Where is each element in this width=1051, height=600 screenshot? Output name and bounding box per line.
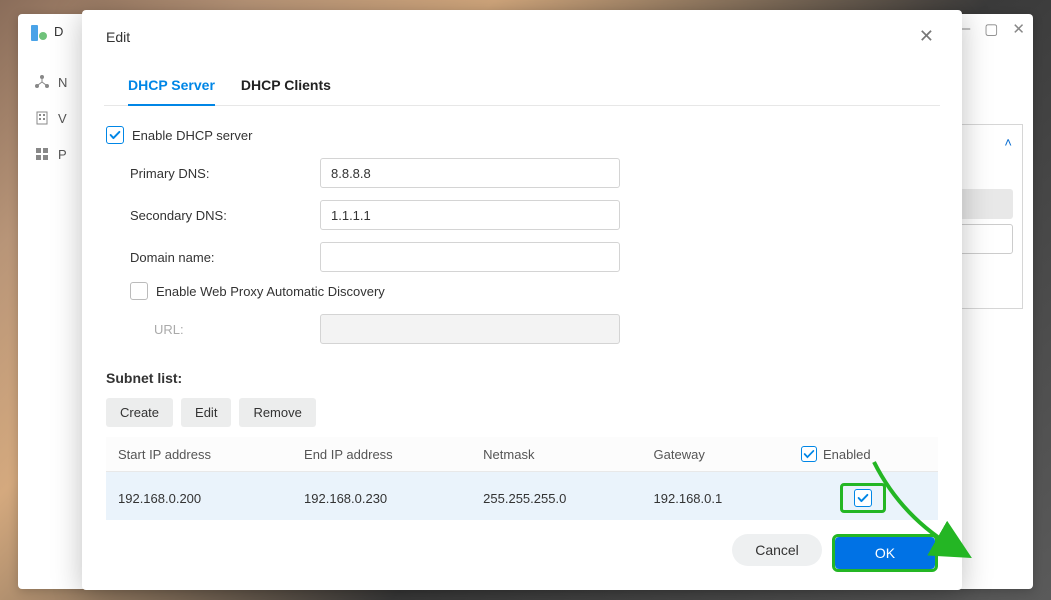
subnet-list-title: Subnet list: [106,370,938,386]
col-start-ip[interactable]: Start IP address [106,437,292,472]
enable-dhcp-row: Enable DHCP server [106,126,938,144]
close-icon[interactable]: ✕ [915,26,938,47]
col-enabled[interactable]: Enabled [789,437,938,472]
row-enabled-checkbox[interactable] [854,489,872,507]
create-button[interactable]: Create [106,398,173,427]
dialog-title: Edit [106,29,130,45]
wpad-checkbox[interactable] [130,282,148,300]
wpad-row: Enable Web Proxy Automatic Discovery [130,282,938,300]
edit-dialog: Edit ✕ DHCP Server DHCP Clients Enable D… [82,10,962,590]
enable-dhcp-checkbox[interactable] [106,126,124,144]
edit-button[interactable]: Edit [181,398,231,427]
dialog-footer: Cancel OK [82,520,962,590]
primary-dns-row: Primary DNS: [130,154,938,192]
cell-start-ip: 192.168.0.200 [106,472,292,521]
cell-gateway: 192.168.0.1 [642,472,789,521]
tab-dhcp-clients[interactable]: DHCP Clients [241,69,331,105]
subnet-table: Start IP address End IP address Netmask … [106,437,938,520]
table-header-row: Start IP address End IP address Netmask … [106,437,938,472]
check-icon [108,128,122,142]
primary-dns-input[interactable] [320,158,620,188]
cell-enabled [789,472,938,521]
wpad-label: Enable Web Proxy Automatic Discovery [156,284,385,299]
secondary-dns-input[interactable] [320,200,620,230]
enabled-header-checkbox[interactable] [801,446,817,462]
col-gateway[interactable]: Gateway [642,437,789,472]
check-icon [856,491,870,505]
url-row: URL: [154,310,938,348]
check-icon [802,447,816,461]
cell-end-ip: 192.168.0.230 [292,472,471,521]
subnet-toolbar: Create Edit Remove [106,398,938,427]
url-label: URL: [154,322,320,337]
tab-dhcp-server[interactable]: DHCP Server [128,69,215,105]
domain-name-input[interactable] [320,242,620,272]
col-end-ip[interactable]: End IP address [292,437,471,472]
dialog-body: Enable DHCP server Primary DNS: Secondar… [82,106,962,520]
domain-name-row: Domain name: [130,238,938,276]
table-row[interactable]: 192.168.0.200 192.168.0.230 255.255.255.… [106,472,938,521]
url-input [320,314,620,344]
primary-dns-label: Primary DNS: [130,166,320,181]
remove-button[interactable]: Remove [239,398,315,427]
dialog-header: Edit ✕ [82,10,962,55]
enabled-highlight [840,483,886,513]
domain-name-label: Domain name: [130,250,320,265]
cell-netmask: 255.255.255.0 [471,472,641,521]
tab-bar: DHCP Server DHCP Clients [104,63,940,106]
enable-dhcp-label: Enable DHCP server [132,128,252,143]
ok-button[interactable]: OK [835,537,935,569]
ok-highlight: OK [832,534,938,572]
col-enabled-label: Enabled [823,447,871,462]
secondary-dns-label: Secondary DNS: [130,208,320,223]
cancel-button[interactable]: Cancel [732,534,822,566]
col-netmask[interactable]: Netmask [471,437,641,472]
secondary-dns-row: Secondary DNS: [130,196,938,234]
